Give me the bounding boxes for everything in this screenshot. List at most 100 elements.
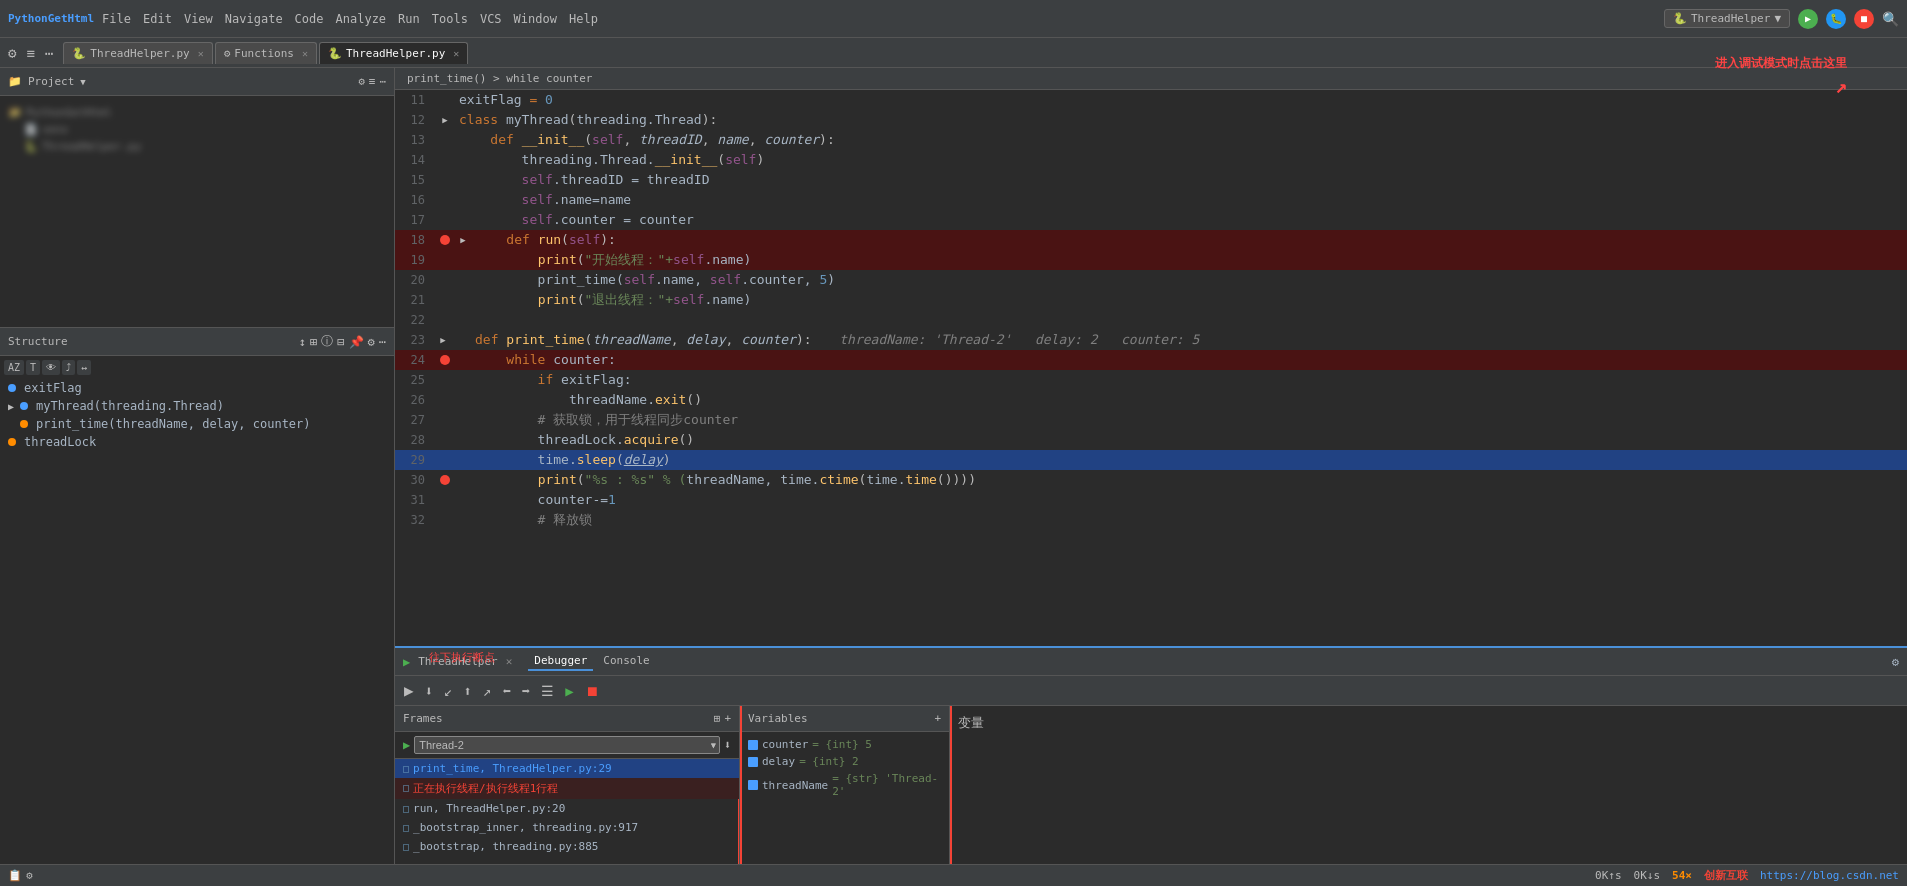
menu-file[interactable]: File [102,12,131,26]
menu-code[interactable]: Code [295,12,324,26]
sort-alpha-btn[interactable]: AZ [4,360,24,375]
code-area[interactable]: 11 exitFlag = 0 12 ▶ class myThread(thre… [395,90,1907,646]
structure-icon[interactable]: 📋 [8,869,22,882]
menu-run[interactable]: Run [398,12,420,26]
menu-help[interactable]: Help [569,12,598,26]
debug-run-btn[interactable]: ▶ [560,680,578,702]
toolbar-more[interactable]: ⋯ [41,43,57,63]
net-upload-speed: 0K↑s [1595,869,1622,882]
stop-button[interactable]: ■ [1854,9,1874,29]
breakpoint-30[interactable] [440,475,450,485]
sort-visibility-btn[interactable]: 👁 [42,360,60,375]
project-dropdown-icon[interactable]: ▼ [80,77,85,87]
structure-pin-icon[interactable]: 📌 [349,335,364,349]
toolbar-settings[interactable]: ⚙ [4,43,20,63]
step-over-btn[interactable]: ▶ [399,678,419,703]
frames-btn[interactable]: ➡ [517,680,535,702]
menu-edit[interactable]: Edit [143,12,172,26]
struct-item-exitflag[interactable]: exitFlag [4,379,390,397]
sort-inherited-btn[interactable]: ⤴ [62,360,75,375]
search-everywhere-button[interactable]: 🔍 [1882,11,1899,27]
more-debug-btn[interactable]: ☰ [536,680,559,702]
step-into-btn[interactable]: ⬇ [420,680,438,702]
code-line-12: 12 ▶ class myThread(threading.Thread): [395,110,1907,130]
vars-add-icon[interactable]: + [934,712,941,725]
tab-threadhelper-active[interactable]: 🐍 ThreadHelper.py ✕ [319,42,468,64]
run-config-selector[interactable]: 🐍 ThreadHelper ▼ [1664,9,1790,28]
structure-sort-icon[interactable]: ↕ [299,335,306,349]
struct-printtime-label: print_time(threadName, delay, counter) [36,417,311,431]
structure-collapse-icon[interactable]: ⊟ [337,335,344,349]
structure-expand-icon[interactable]: ⊞ [310,335,317,349]
code-line-11: 11 exitFlag = 0 [395,90,1907,110]
execution-breadcrumb: print_time() > while counter [395,68,1907,90]
debug-stop-btn[interactable]: ⏹ [580,680,604,702]
frame-item-bootstrap-inner[interactable]: □ _bootstrap_inner, threading.py:917 [395,818,739,837]
sort-type-btn[interactable]: T [26,360,40,375]
evaluate-btn[interactable]: ⬅ [497,680,515,702]
debug-button[interactable]: 🐛 [1826,9,1846,29]
frames-panel: Frames ⊞ + ▶ Thread-2 Thread-1 [395,706,740,886]
debug-settings-icon[interactable]: ⚙ [1892,655,1899,669]
sort-expand-btn[interactable]: ↔ [77,360,91,375]
run-to-cursor-btn[interactable]: ↗ [478,680,496,702]
code-line-18: 18 ▶ def run(self): [395,230,1907,250]
var-threadname: threadName = {str} 'Thread-2' [744,770,945,800]
project-more-icon[interactable]: ⋯ [379,75,386,88]
tab-threadhelper-1[interactable]: 🐍 ThreadHelper.py ✕ [63,42,212,64]
code-line-15: 15 self.threadID = threadID [395,170,1907,190]
menu-navigate[interactable]: Navigate [225,12,283,26]
breakpoint-24[interactable] [440,355,450,365]
menu-window[interactable]: Window [514,12,557,26]
structure-settings-icon[interactable]: ⓘ [321,333,333,350]
debug-content: Frames ⊞ + ▶ Thread-2 Thread-1 [395,706,1907,886]
tab-functions[interactable]: ⚙ Functions ✕ [215,42,317,64]
step-out-btn[interactable]: ⬆ [459,680,477,702]
frame-item-printtime[interactable]: □ print_time, ThreadHelper.py:29 [395,759,739,778]
debugger-tab[interactable]: Debugger [528,652,593,671]
frames-list: □ print_time, ThreadHelper.py:29 □ 正在执行线… [395,759,739,864]
settings-icon-status[interactable]: ⚙ [26,869,33,882]
struct-item-threadlock[interactable]: threadLock [4,433,390,451]
menu-vcs[interactable]: VCS [480,12,502,26]
project-expand-icon[interactable]: 📁 [8,75,22,88]
csdn-url[interactable]: https://blog.csdn.net [1760,869,1899,882]
code-line-22: 22 [395,310,1907,330]
code-line-30: 30 print("%s : %s" % (threadName, time.c… [395,470,1907,490]
menu-tools[interactable]: Tools [432,12,468,26]
frame-item-run-thread[interactable]: □ 正在执行线程/执行线程1行程 [395,778,739,799]
menu-view[interactable]: View [184,12,213,26]
frame-icon-2: □ [403,782,409,793]
struct-item-mythread[interactable]: ▶ myThread(threading.Thread) [4,397,390,415]
frames-add-icon[interactable]: + [724,712,731,725]
structure-more-icon[interactable]: ⋯ [379,335,386,349]
structure-config-icon[interactable]: ⚙ [368,335,375,349]
debug-top-bar: ▶ ThreadHelper ✕ Debugger Console ⚙ [395,648,1907,676]
variables-panel: Variables + counter = {int} 5 [740,706,950,886]
frame-label-5: _bootstrap, threading.py:885 [413,840,598,853]
run-button[interactable]: ▶ [1798,9,1818,29]
step-into-source-btn[interactable]: ↙ [439,680,457,702]
breakpoint-18[interactable] [440,235,450,245]
frame-icon-3: □ [403,803,409,814]
frames-scroll-down-icon[interactable]: ⬇ [724,738,731,752]
debug-close-icon[interactable]: ✕ [506,655,513,668]
struct-item-printtime[interactable]: print_time(threadName, delay, counter) [4,415,390,433]
variables-title: Variables [748,712,808,725]
frame-item-bootstrap[interactable]: □ _bootstrap, threading.py:885 [395,837,739,856]
project-config-icon[interactable]: ≡ [369,75,376,88]
frame-item-run[interactable]: □ run, ThreadHelper.py:20 [395,799,739,818]
project-settings-icon[interactable]: ⚙ [358,75,365,88]
thread-selector[interactable]: Thread-2 Thread-1 MainThread [414,736,720,754]
project-panel-header: 📁 Project ▼ ⚙ ≡ ⋯ [0,68,394,96]
console-tab[interactable]: Console [597,652,655,671]
tab-close-active[interactable]: ✕ [453,48,459,59]
app-logo: PythonGetHtml [8,12,94,25]
frame-label-2: 正在执行线程/执行线程1行程 [413,781,558,796]
frames-expand-icon[interactable]: ⊞ [714,712,721,725]
tab-close-functions[interactable]: ✕ [302,48,308,59]
tab-close-1[interactable]: ✕ [198,48,204,59]
run-config-icon: 🐍 [1673,12,1687,25]
toolbar-list[interactable]: ≡ [22,43,38,63]
menu-analyze[interactable]: Analyze [336,12,387,26]
